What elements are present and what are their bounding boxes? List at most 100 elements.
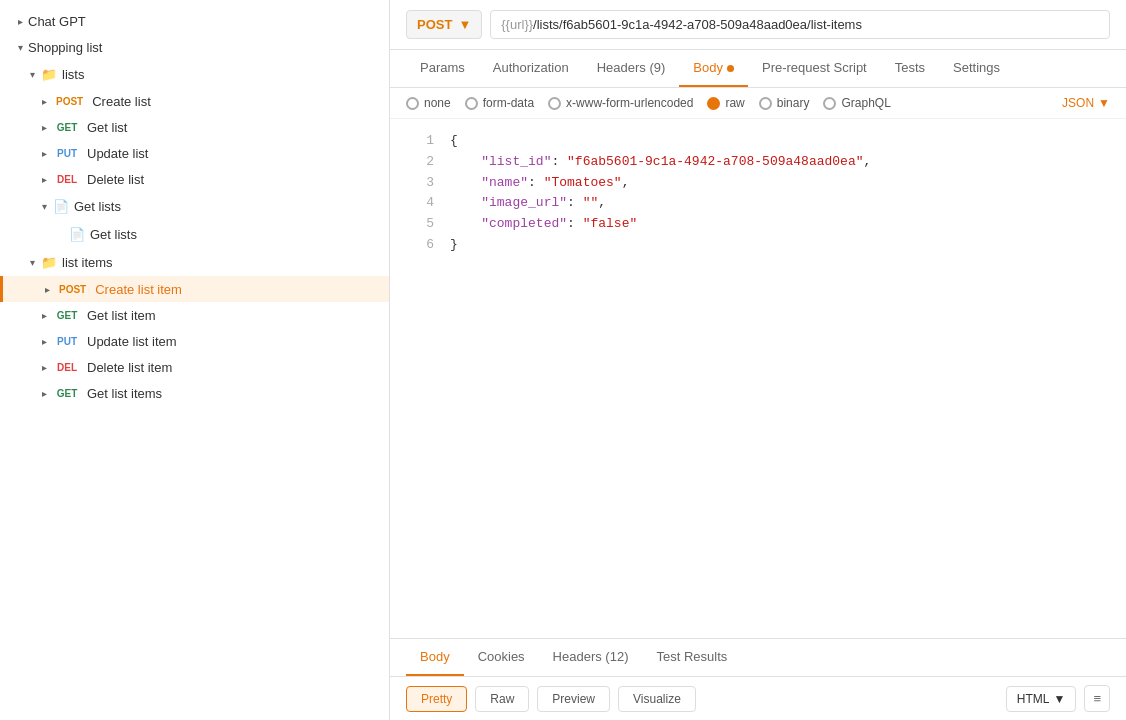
radio-graphql (823, 97, 836, 110)
tab-pre-request[interactable]: Pre-request Script (748, 50, 881, 87)
code-line-2: 2 "list_id": "f6ab5601-9c1a-4942-a708-50… (406, 152, 1110, 173)
sidebar-item-get-list-item[interactable]: ▸ GET Get list item (0, 302, 389, 328)
code-line-3: 3 "name": "Tomatoes", (406, 173, 1110, 194)
format-dropdown-icon: ▼ (1098, 96, 1110, 110)
chevron-right-icon: ▸ (36, 333, 52, 349)
sidebar-item-update-list-item[interactable]: ▸ PUT Update list item (0, 328, 389, 354)
line-num-1: 1 (406, 131, 434, 152)
chevron-right-icon: ▸ (39, 281, 55, 297)
request-tabs: Params Authorization Headers (9) Body Pr… (390, 50, 1126, 88)
format-urlencoded[interactable]: x-www-form-urlencoded (548, 96, 693, 110)
tab-settings[interactable]: Settings (939, 50, 1014, 87)
chevron-right-icon: ▸ (36, 93, 52, 109)
tab-authorization[interactable]: Authorization (479, 50, 583, 87)
method-badge-post: POST (55, 283, 90, 296)
resp-pretty-button[interactable]: Pretty (406, 686, 467, 712)
format-binary[interactable]: binary (759, 96, 810, 110)
sidebar-item-update-list[interactable]: ▸ PUT Update list (0, 140, 389, 166)
resp-format-select[interactable]: HTML ▼ (1006, 686, 1077, 712)
code-editor[interactable]: 1 { 2 "list_id": "f6ab5601-9c1a-4942-a70… (390, 119, 1126, 638)
resp-format-dropdown-icon: ▼ (1054, 692, 1066, 706)
method-badge-get: GET (52, 387, 82, 400)
method-dropdown-icon: ▼ (458, 17, 471, 32)
sidebar-item-shopping-list[interactable]: ▾ Shopping list (0, 34, 389, 60)
chevron-down-icon: ▾ (24, 254, 40, 270)
method-badge-del: DEL (52, 173, 82, 186)
sidebar-item-get-list[interactable]: ▸ GET Get list (0, 114, 389, 140)
json-format-select[interactable]: JSON ▼ (1062, 96, 1110, 110)
response-tab-cookies[interactable]: Cookies (464, 639, 539, 676)
chevron-right-icon: ▸ (12, 13, 28, 29)
filter-button[interactable]: ≡ (1084, 685, 1110, 712)
chevron-down-icon: ▾ (36, 198, 52, 214)
resp-raw-button[interactable]: Raw (475, 686, 529, 712)
code-line-5: 5 "completed": "false" (406, 214, 1110, 235)
sidebar-item-get-lists-doc[interactable]: 📄 Get lists (0, 220, 389, 248)
sidebar-item-get-lists-folder[interactable]: ▾ 📄 Get lists (0, 192, 389, 220)
radio-raw (707, 97, 720, 110)
sidebar-item-chat-gpt[interactable]: ▸ Chat GPT (0, 8, 389, 34)
method-label: POST (417, 17, 452, 32)
chevron-right-icon: ▸ (36, 385, 52, 401)
sidebar-item-lists-folder[interactable]: ▾ 📁 lists (0, 60, 389, 88)
response-format-row: Pretty Raw Preview Visualize HTML ▼ ≡ (390, 677, 1126, 720)
line-num-5: 5 (406, 214, 434, 235)
line-num-4: 4 (406, 193, 434, 214)
response-tabs: Body Cookies Headers (12) Test Results (390, 639, 1126, 677)
chevron-right-icon: ▸ (36, 119, 52, 135)
sidebar-item-get-list-items[interactable]: ▸ GET Get list items (0, 380, 389, 406)
resp-preview-button[interactable]: Preview (537, 686, 610, 712)
chevron-down-icon: ▾ (12, 39, 28, 55)
method-badge-put: PUT (52, 147, 82, 160)
response-tab-headers[interactable]: Headers (12) (539, 639, 643, 676)
folder-icon: 📁 (40, 65, 58, 83)
format-form-data[interactable]: form-data (465, 96, 534, 110)
main-panel: POST ▼ {{url}}/lists/f6ab5601-9c1a-4942-… (390, 0, 1126, 720)
resp-visualize-button[interactable]: Visualize (618, 686, 696, 712)
chevron-right-icon: ▸ (36, 171, 52, 187)
method-badge-put: PUT (52, 335, 82, 348)
sidebar-item-delete-list-item[interactable]: ▸ DEL Delete list item (0, 354, 389, 380)
format-none[interactable]: none (406, 96, 451, 110)
tab-params[interactable]: Params (406, 50, 479, 87)
line-num-2: 2 (406, 152, 434, 173)
url-input[interactable]: {{url}}/lists/f6ab5601-9c1a-4942-a708-50… (490, 10, 1110, 39)
doc-icon: 📄 (52, 197, 70, 215)
format-raw[interactable]: raw (707, 96, 744, 110)
line-num-6: 6 (406, 235, 434, 256)
format-binary-label: binary (777, 96, 810, 110)
code-line-1: 1 { (406, 131, 1110, 152)
tab-body[interactable]: Body (679, 50, 748, 87)
chevron-right-icon: ▸ (36, 307, 52, 323)
body-dot (727, 65, 734, 72)
url-template-part: {{url}} (501, 17, 533, 32)
format-graphql-label: GraphQL (841, 96, 890, 110)
sidebar-item-create-list[interactable]: ▸ POST Create list (0, 88, 389, 114)
format-urlencoded-label: x-www-form-urlencoded (566, 96, 693, 110)
tab-tests[interactable]: Tests (881, 50, 939, 87)
code-content-3: "name": "Tomatoes", (450, 173, 629, 194)
response-tab-body[interactable]: Body (406, 639, 464, 676)
radio-form-data (465, 97, 478, 110)
response-tab-test-results[interactable]: Test Results (642, 639, 741, 676)
url-path-part: /lists/f6ab5601-9c1a-4942-a708-509a48aad… (533, 17, 862, 32)
sidebar-item-list-items-folder[interactable]: ▾ 📁 list items (0, 248, 389, 276)
sidebar-item-delete-list[interactable]: ▸ DEL Delete list (0, 166, 389, 192)
code-content-2: "list_id": "f6ab5601-9c1a-4942-a708-509a… (450, 152, 871, 173)
format-graphql[interactable]: GraphQL (823, 96, 890, 110)
folder-icon: 📁 (40, 253, 58, 271)
json-format-label: JSON (1062, 96, 1094, 110)
resp-format-label: HTML (1017, 692, 1050, 706)
sidebar: ▸ Chat GPT ▾ Shopping list ▾ 📁 lists ▸ P… (0, 0, 390, 720)
tab-headers[interactable]: Headers (9) (583, 50, 680, 87)
chevron-down-icon: ▾ (24, 66, 40, 82)
method-badge-get: GET (52, 309, 82, 322)
sidebar-item-create-list-item[interactable]: ▸ POST Create list item (0, 276, 389, 302)
chevron-right-icon: ▸ (36, 145, 52, 161)
chevron-right-icon: ▸ (36, 359, 52, 375)
method-select[interactable]: POST ▼ (406, 10, 482, 39)
code-line-6: 6 } (406, 235, 1110, 256)
radio-binary (759, 97, 772, 110)
code-line-4: 4 "image_url": "", (406, 193, 1110, 214)
radio-none (406, 97, 419, 110)
